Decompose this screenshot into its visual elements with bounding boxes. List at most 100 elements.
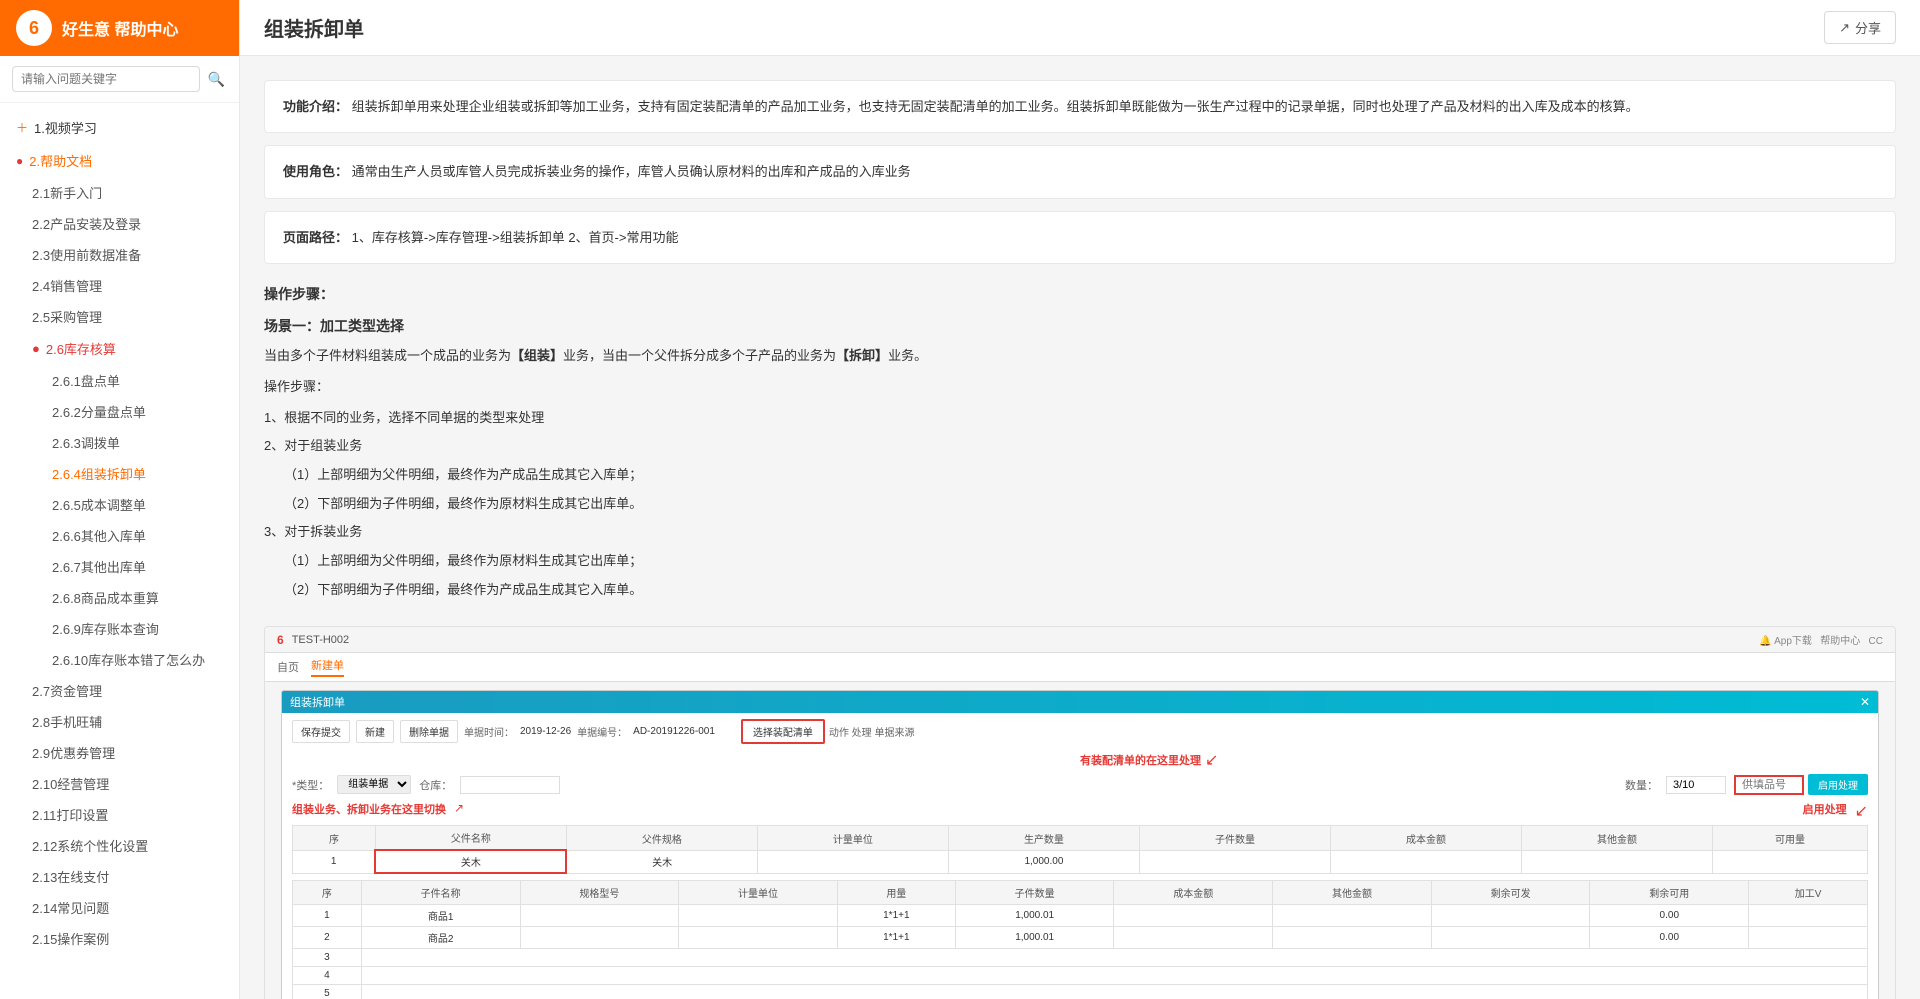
ss-sub-other2 <box>1273 927 1432 949</box>
ss-date-val: 2019-12-26 <box>520 726 571 737</box>
step3a: （1）上部明细为父件明细，最终作为原材料生成其它出库单； <box>264 549 1896 574</box>
ss-window-title-text: 组装拆卸单 <box>290 694 345 710</box>
ss-system-id: TEST-H002 <box>292 634 349 646</box>
table-row: 3 <box>293 949 1868 967</box>
sidebar-item-purchase[interactable]: 2.5采购管理 <box>0 301 239 332</box>
sidebar-item-ops[interactable]: 2.10经营管理 <box>0 768 239 799</box>
ss-sub-seq2: 2 <box>293 927 362 949</box>
sidebar-item-other-in[interactable]: 2.6.6其他入库单 <box>0 520 239 551</box>
ss-sub-name2: 商品2 <box>361 927 520 949</box>
annotation1-group: 选择装配清单 动作 处理 单据来源 <box>741 719 915 744</box>
sidebar-item-assembly[interactable]: 2.6.4组装拆卸单 <box>0 458 239 489</box>
ss-type-label: *类型： <box>292 777 329 793</box>
sidebar-item-partial-stocktake[interactable]: 2.6.2分量盘点单 <box>0 396 239 427</box>
ss-sub-cost2 <box>1114 927 1273 949</box>
plus-icon: ＋ <box>16 119 28 136</box>
ss-quantity-input[interactable] <box>1666 776 1726 794</box>
ss-col-parent-name: 父件名称 <box>375 826 566 851</box>
sidebar-item-faq[interactable]: 2.14常见问题 <box>0 892 239 923</box>
ss-sub-col-seq: 序 <box>293 881 362 905</box>
ss-type-select[interactable]: 组装单据 拆卸单据 <box>337 775 411 794</box>
sidebar-item-finance[interactable]: 2.7资金管理 <box>0 675 239 706</box>
ss-sub-col-proc: 加工V <box>1749 881 1868 905</box>
ss-warehouse-input[interactable] <box>460 776 560 794</box>
ss-child-table: 序 子件名称 规格型号 计量单位 用量 子件数量 成本金额 其他金额 剩余可发 <box>292 880 1868 999</box>
ss-nav-active: 新建单 <box>311 657 344 677</box>
sidebar-item-mobile[interactable]: 2.8手机旺辅 <box>0 706 239 737</box>
ss-cell-parent-name: 关木 <box>375 850 566 873</box>
ss-btn-save[interactable]: 保存提交 <box>292 720 350 743</box>
ss-processing-input[interactable] <box>1734 775 1804 795</box>
ss-sub-unit1 <box>679 905 838 927</box>
sidebar: 6 好生意 帮助中心 🔍 ＋ 1.视频学习 ● 2.帮助文档 2.1新手入门 2… <box>0 0 240 999</box>
table-row: 1 关木 关木 1,000.00 <box>293 850 1868 873</box>
annotation1-text: 有装配清单的在这里处理 <box>1080 752 1201 768</box>
sidebar-item-cases[interactable]: 2.15操作案例 <box>0 923 239 954</box>
sidebar-item-cost-adjust[interactable]: 2.6.5成本调整单 <box>0 489 239 520</box>
ss-warehouse-label: 仓库： <box>419 777 452 793</box>
ss-processing-btn[interactable]: 启用处理 <box>1808 774 1868 795</box>
path-text: 1、库存核算->库存管理->组装拆卸单 2、首页->常用功能 <box>352 230 679 245</box>
search-input[interactable] <box>12 66 200 92</box>
sidebar-item-other-out[interactable]: 2.6.7其他出库单 <box>0 551 239 582</box>
role-label: 使用角色： <box>283 164 348 179</box>
main-content: 组装拆卸单 ↗ 分享 功能介绍： 组装拆卸单用来处理企业组装或拆卸等加工业务，支… <box>240 0 1920 999</box>
ss-col-cost: 成本金额 <box>1330 826 1521 851</box>
sidebar-item-newbie[interactable]: 2.1新手入门 <box>0 177 239 208</box>
ss-col-prod-qty: 生产数量 <box>948 826 1139 851</box>
search-button[interactable]: 🔍 <box>206 69 227 90</box>
table-row: 5 <box>293 985 1868 999</box>
sidebar-item-inventory-error[interactable]: 2.6.10库存账本错了怎么办 <box>0 644 239 675</box>
sidebar-item-help-docs[interactable]: ● 2.帮助文档 <box>0 144 239 177</box>
ss-empty-row3: 3 <box>293 949 362 967</box>
ss-sub-qty2: 1,000.01 <box>955 927 1114 949</box>
ss-empty-cell3 <box>361 949 1867 967</box>
sidebar-item-data-prep[interactable]: 2.3使用前数据准备 <box>0 239 239 270</box>
ss-window: 组装拆卸单 ✕ 保存提交 新建 删除单据 单据时间： 2019-12-26 <box>281 690 1879 999</box>
ss-parent-table: 序 父件名称 父件规格 计量单位 生产数量 子件数量 成本金额 其他金额 可用量 <box>292 825 1868 874</box>
share-button[interactable]: ↗ 分享 <box>1824 11 1896 44</box>
ss-sub-unit2 <box>679 927 838 949</box>
sidebar-item-coupon[interactable]: 2.9优惠券管理 <box>0 737 239 768</box>
sidebar-item-payment[interactable]: 2.13在线支付 <box>0 861 239 892</box>
ss-btn-new[interactable]: 新建 <box>356 720 394 743</box>
table-row: 4 <box>293 967 1868 985</box>
path-block: 页面路径： 1、库存核算->库存管理->组装拆卸单 2、首页->常用功能 <box>264 211 1896 264</box>
ss-toolbar: 保存提交 新建 删除单据 单据时间： 2019-12-26 单据编号： AD-2… <box>292 719 1868 744</box>
ss-cell-parent-spec: 关木 <box>566 850 757 873</box>
ss-col-child-qty: 子件数量 <box>1139 826 1330 851</box>
sidebar-item-inventory[interactable]: ● 2.6库存核算 <box>0 332 239 365</box>
ss-cell-cost <box>1330 850 1521 873</box>
ss-cell-avail <box>1713 850 1868 873</box>
nav-tree: ＋ 1.视频学习 ● 2.帮助文档 2.1新手入门 2.2产品安装及登录 2.3… <box>0 103 239 999</box>
sidebar-item-print[interactable]: 2.11打印设置 <box>0 799 239 830</box>
ss-cell-unit <box>757 850 948 873</box>
sidebar-item-cost-recalc[interactable]: 2.6.8商品成本重算 <box>0 582 239 613</box>
ss-bill-label: 单据编号： <box>577 724 627 739</box>
sidebar-item-inventory-query[interactable]: 2.6.9库存账本查询 <box>0 613 239 644</box>
sidebar-item-install[interactable]: 2.2产品安装及登录 <box>0 208 239 239</box>
ss-sub-name1: 商品1 <box>361 905 520 927</box>
annotation2-group: 组装业务、拆卸业务在这里切换 ↗ 启用处理 ↙ <box>292 801 1868 821</box>
scene1-steps-title: 操作步骤： <box>264 375 1896 400</box>
ss-sub-qty1: 1,000.01 <box>955 905 1114 927</box>
sidebar-item-video[interactable]: ＋ 1.视频学习 <box>0 111 239 144</box>
intro-label: 功能介绍： <box>283 99 348 114</box>
ss-col-other: 其他金额 <box>1521 826 1712 851</box>
ss-btn-assembly-list[interactable]: 选择装配清单 <box>741 719 825 744</box>
ss-empty-row4: 4 <box>293 967 362 985</box>
sidebar-item-sales[interactable]: 2.4销售管理 <box>0 270 239 301</box>
sidebar-item-custom[interactable]: 2.12系统个性化设置 <box>0 830 239 861</box>
intro-text: 组装拆卸单用来处理企业组装或拆卸等加工业务，支持有固定装配清单的产品加工业务，也… <box>352 99 1639 114</box>
sidebar-item-transfer[interactable]: 2.6.3调拨单 <box>0 427 239 458</box>
search-box: 🔍 <box>0 56 239 103</box>
ss-btn-delete[interactable]: 删除单据 <box>400 720 458 743</box>
ss-col-avail: 可用量 <box>1713 826 1868 851</box>
close-icon[interactable]: ✕ <box>1860 695 1870 709</box>
sidebar-item-stocktake[interactable]: 2.6.1盘点单 <box>0 365 239 396</box>
ss-system-bar: 6 TEST-H002 🔔 App下载 帮助中心 CC <box>265 627 1895 653</box>
ss-cell-other <box>1521 850 1712 873</box>
ss-sub-col-remain-send: 剩余可发 <box>1431 881 1590 905</box>
top-bar: 组装拆卸单 ↗ 分享 <box>240 0 1920 56</box>
minus-icon: ● <box>16 154 23 168</box>
